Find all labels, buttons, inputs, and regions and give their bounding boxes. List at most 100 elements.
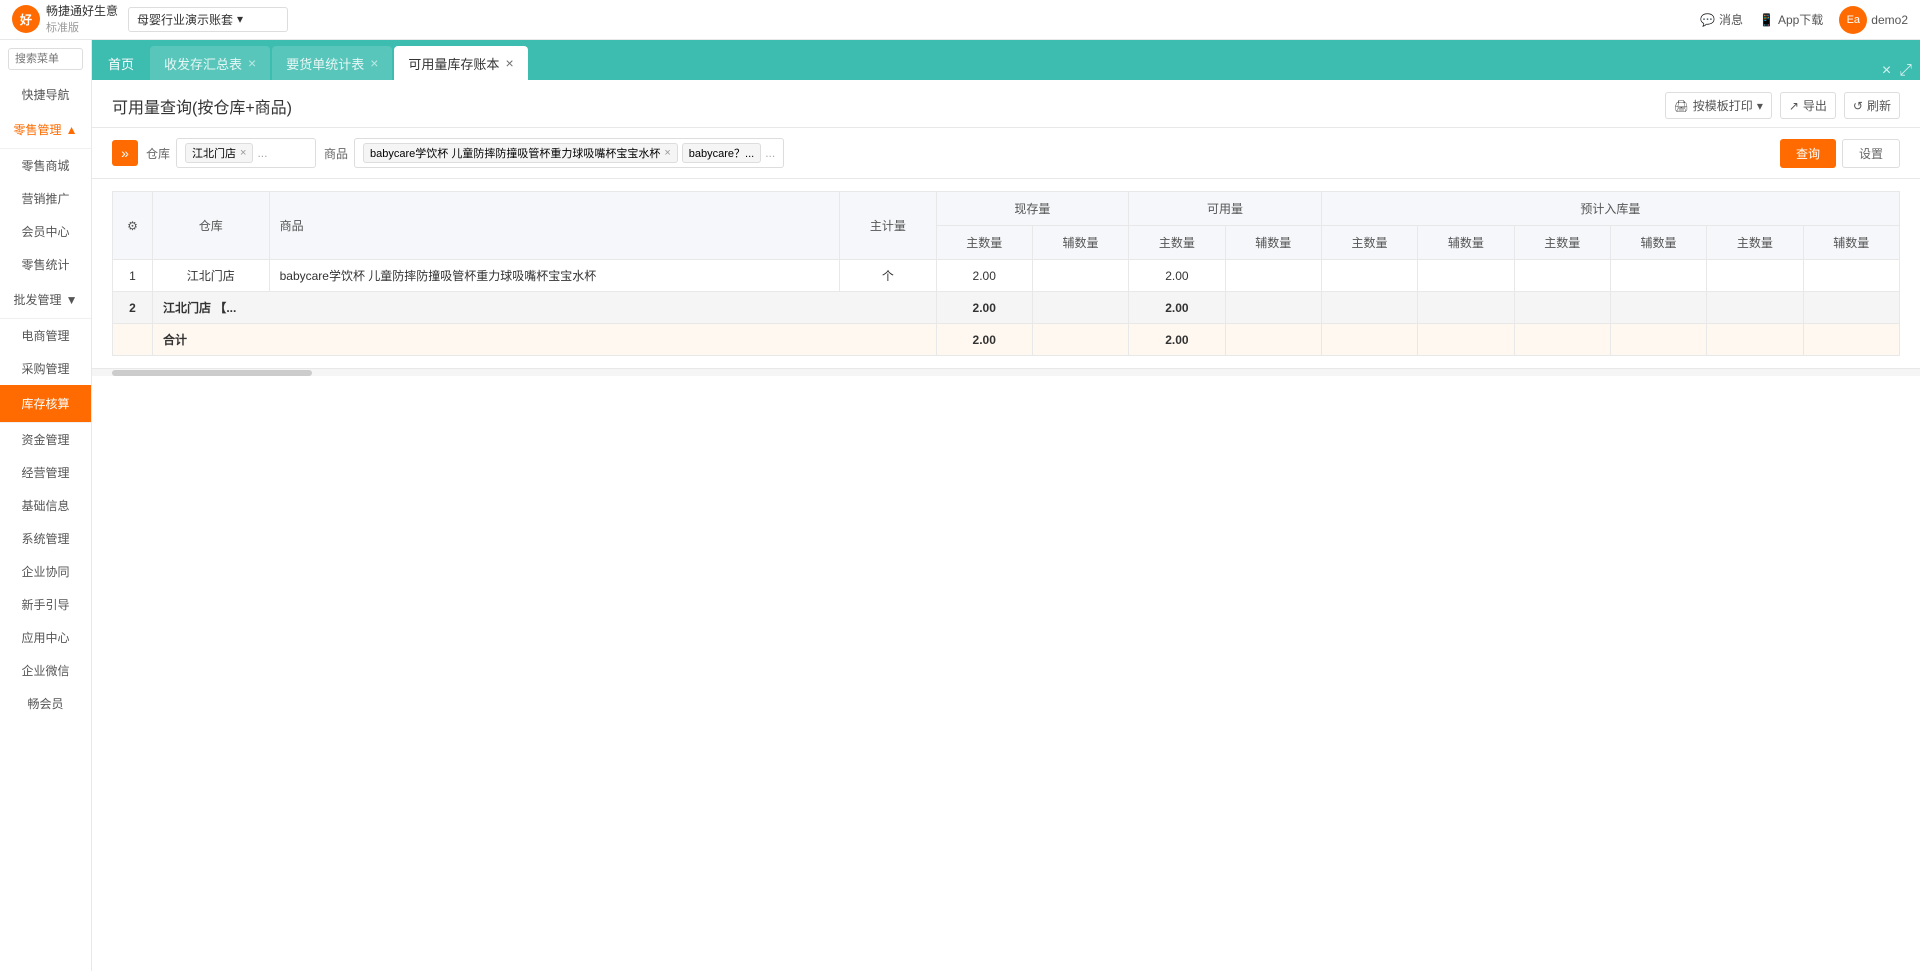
sidebar-item-purchase[interactable]: 采购管理 (0, 352, 91, 385)
footer-current-aux (1032, 324, 1128, 356)
warehouse-tag-remove[interactable]: × (240, 147, 246, 159)
footer-avail-main: 2.00 (1129, 324, 1225, 356)
warehouse-filter-input[interactable]: 江北门店 × ... (176, 138, 316, 168)
subtotal-inbound-main (1514, 292, 1610, 324)
settings-gear-icon[interactable]: ⚙ (127, 219, 138, 233)
page-inner: 可用量查询(按仓库+商品) 🖨 按模板打印 ▾ ↗ 导出 ↺ (92, 80, 1920, 971)
cell-product: babycare学饮杯 儿童防摔防撞吸管杯重力球吸嘴杯宝宝水杯 (269, 260, 840, 292)
sidebar-item-quick-nav[interactable]: 快捷导航 (0, 78, 91, 111)
product-tag-2-value: babycare？... (689, 145, 754, 161)
sidebar-item-marketing[interactable]: 营销推广 (0, 182, 91, 215)
sidebar-item-finance[interactable]: 资金管理 (0, 423, 91, 456)
page-content: 可用量查询(按仓库+商品) 🖨 按模板打印 ▾ ↗ 导出 ↺ (92, 80, 1920, 971)
subtotal-row: 2 江北门店 【... 2.00 2.00 (113, 292, 1900, 324)
sidebar-item-app-center[interactable]: 应用中心 (0, 621, 91, 654)
username: demo2 (1871, 13, 1908, 27)
print-icon: 🖨 (1674, 99, 1689, 113)
industry-selector[interactable]: 母婴行业演示账套 ▾ (128, 7, 288, 32)
top-bar-right: 💬 消息 📱 App下载 Ea demo2 (1700, 6, 1908, 34)
horizontal-scrollbar[interactable] (112, 370, 312, 376)
warehouse-filter-label: 仓库 (146, 145, 170, 162)
warehouse-more-dots: ... (257, 146, 267, 160)
sidebar-item-vip-member[interactable]: 畅会员 (0, 687, 91, 720)
col-warehouse: 仓库 (153, 192, 270, 260)
filter-toggle-btn[interactable]: » (112, 140, 138, 166)
product-filter-input[interactable]: babycare学饮杯 儿童防摔防撞吸管杯重力球吸嘴杯宝宝水杯 × babyca… (354, 138, 784, 168)
content-area: 首页 收发存汇总表 × 要货单统计表 × 可用量库存账本 × × ⤢ (92, 40, 1920, 971)
col-purchase-transit-aux: 辅数量 (1418, 226, 1514, 260)
sidebar-item-operations[interactable]: 经营管理 (0, 456, 91, 489)
subtotal-warehouse: 江北门店 【... (153, 292, 937, 324)
sidebar-label-retail-mgmt: 零售管理 (14, 121, 62, 138)
col-settings: ⚙ (113, 192, 153, 260)
sidebar-item-retail-mgmt[interactable]: 零售管理 ▲ (0, 111, 91, 149)
query-button[interactable]: 查询 (1780, 139, 1836, 168)
chevron-icon-retail: ▲ (66, 123, 78, 137)
cell-inbound-pending-aux (1610, 260, 1706, 292)
sidebar-item-retail-stats[interactable]: 零售统计 (0, 248, 91, 281)
user-area[interactable]: Ea demo2 (1839, 6, 1908, 34)
tab-order-label: 要货单统计表 (286, 54, 364, 73)
cell-main-unit: 个 (840, 260, 936, 292)
search-input[interactable] (8, 48, 83, 70)
sidebar-item-inventory[interactable]: 库存核算 (0, 385, 91, 423)
page-title: 可用量查询(按仓库+商品) (112, 94, 292, 118)
tab-inventory-close-icon[interactable]: × (505, 55, 513, 71)
col-avail-main-qty: 主数量 (1129, 226, 1225, 260)
sidebar-item-wholesale-mgmt[interactable]: 批发管理 ▼ (0, 281, 91, 319)
print-template-btn[interactable]: 🖨 按模板打印 ▾ (1665, 92, 1772, 119)
footer-inbound-main (1514, 324, 1610, 356)
sidebar-item-retail-mall[interactable]: 零售商城 (0, 149, 91, 182)
cell-warehouse: 江北门店 (153, 260, 270, 292)
subtotal-avail-aux (1225, 292, 1321, 324)
subtotal-inbound-aux (1610, 292, 1706, 324)
message-icon: 💬 (1700, 13, 1715, 27)
refresh-btn[interactable]: ↺ 刷新 (1844, 92, 1900, 119)
message-btn[interactable]: 💬 消息 (1700, 11, 1743, 28)
tab-close-all-icon[interactable]: × (1882, 62, 1891, 80)
product-tag-1-remove[interactable]: × (664, 147, 670, 159)
tab-income-label: 收发存汇总表 (164, 54, 242, 73)
sidebar-item-new-guide[interactable]: 新手引导 (0, 588, 91, 621)
double-arrow-icon: » (121, 145, 129, 161)
logo-sub: 标准版 (46, 19, 118, 35)
col-avail-aux-qty: 辅数量 (1225, 226, 1321, 260)
table-area: ⚙ 仓库 商品 主计量 现存量 可用量 预计入库量 主数量 (92, 179, 1920, 368)
col-current-aux-qty: 辅数量 (1032, 226, 1128, 260)
footer-purchase-aux (1418, 324, 1514, 356)
tab-income-summary[interactable]: 收发存汇总表 × (150, 46, 270, 80)
sidebar-item-enterprise-collab[interactable]: 企业协同 (0, 555, 91, 588)
chevron-down-icon: ▾ (237, 12, 243, 26)
tab-expand-icon[interactable]: ⤢ (1899, 62, 1912, 80)
app-download-btn[interactable]: 📱 App下载 (1759, 11, 1823, 28)
footer-product-aux (1803, 324, 1899, 356)
cell-avail-main: 2.00 (1129, 260, 1225, 292)
setting-button[interactable]: 设置 (1842, 139, 1900, 168)
export-label: 导出 (1803, 97, 1827, 114)
subtotal-current-main: 2.00 (936, 292, 1032, 324)
footer-product-main (1707, 324, 1803, 356)
top-bar: 好 畅捷通好生意 标准版 母婴行业演示账套 ▾ 💬 消息 📱 App下载 Ea … (0, 0, 1920, 40)
logo-icon: 好 (12, 5, 40, 33)
tab-home[interactable]: 首页 (92, 46, 150, 80)
tab-income-close-icon[interactable]: × (248, 55, 256, 71)
cell-product-pending-aux (1803, 260, 1899, 292)
product-filter-group: 商品 babycare学饮杯 儿童防摔防撞吸管杯重力球吸嘴杯宝宝水杯 × bab… (324, 138, 784, 168)
sidebar-item-member-center[interactable]: 会员中心 (0, 215, 91, 248)
logo-text-area: 畅捷通好生意 标准版 (46, 4, 118, 34)
sidebar-item-ecommerce[interactable]: 电商管理 (0, 319, 91, 352)
warehouse-filter-group: 仓库 江北门店 × ... (146, 138, 316, 168)
col-product: 商品 (269, 192, 840, 260)
footer-current-main: 2.00 (936, 324, 1032, 356)
col-current-main-qty: 主数量 (936, 226, 1032, 260)
export-btn[interactable]: ↗ 导出 (1780, 92, 1836, 119)
cell-inbound-pending-main (1514, 260, 1610, 292)
tab-available-inventory[interactable]: 可用量库存账本 × (394, 46, 527, 80)
sidebar-item-enterprise-wechat[interactable]: 企业微信 (0, 654, 91, 687)
sidebar-item-system[interactable]: 系统管理 (0, 522, 91, 555)
chevron-icon-wholesale: ▼ (66, 293, 78, 307)
tab-order-stats[interactable]: 要货单统计表 × (272, 46, 392, 80)
sidebar-item-basic-info[interactable]: 基础信息 (0, 489, 91, 522)
cell-current-aux (1032, 260, 1128, 292)
tab-order-close-icon[interactable]: × (370, 55, 378, 71)
